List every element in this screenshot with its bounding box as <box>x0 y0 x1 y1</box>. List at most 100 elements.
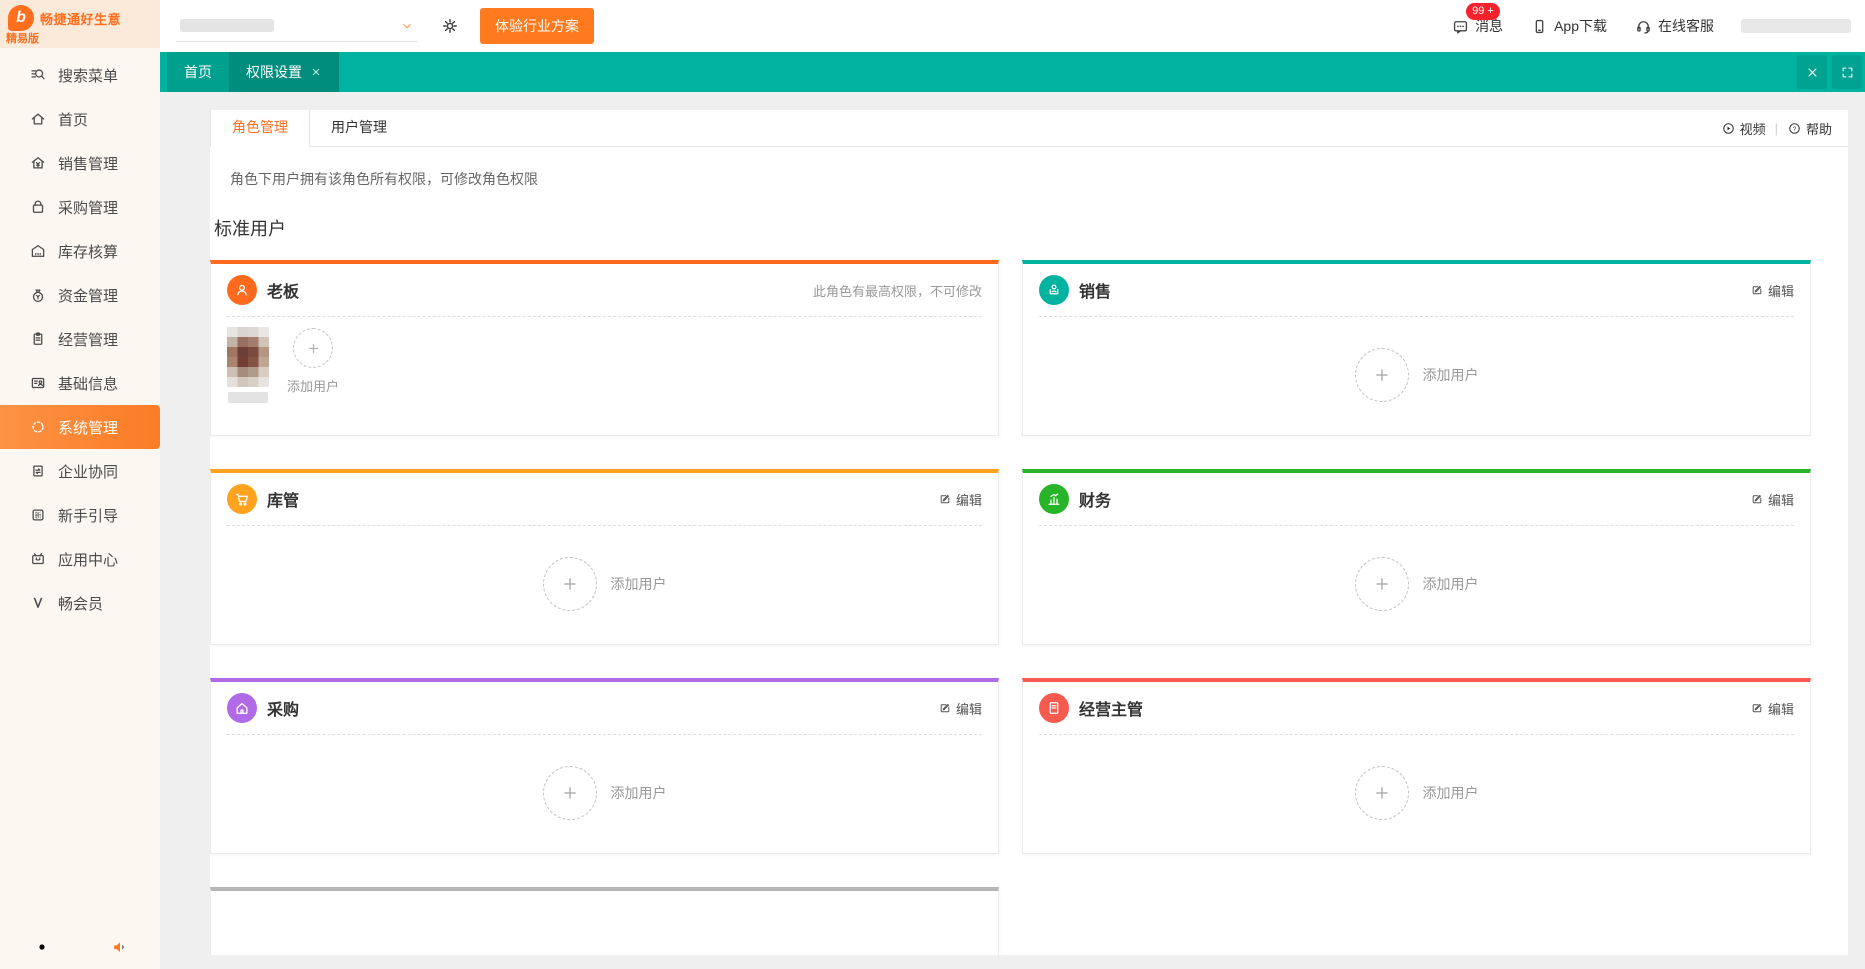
sidebar-item-search-menu[interactable]: 搜索菜单 <box>0 53 160 97</box>
sidebar-item-system[interactable]: 系统管理 <box>0 405 160 449</box>
role-card-boss: 老板 此角色有最高权限，不可修改 添加用户 <box>210 260 999 436</box>
tab-close-icon[interactable] <box>310 66 322 78</box>
content-area: 角色管理 用户管理 视频 | 帮助 角色下用户拥有该角色所有权限，可修改角色权限… <box>160 92 1865 969</box>
edit-pencil-icon <box>1750 701 1764 715</box>
sidebar-item-label: 基础信息 <box>58 375 119 393</box>
sidebar-item-member[interactable]: 畅会员 <box>0 581 160 625</box>
account-name-blur[interactable] <box>1741 19 1851 33</box>
sidebar-item-operations[interactable]: 经营管理 <box>0 317 160 361</box>
tab-user-management[interactable]: 用户管理 <box>310 110 408 146</box>
guide-icon <box>29 506 47 524</box>
sidebar-item-label: 畅会员 <box>58 595 104 613</box>
message-icon <box>1451 17 1470 36</box>
add-user-button[interactable] <box>293 328 333 368</box>
edit-pencil-icon <box>1750 492 1764 506</box>
tab-permission-settings[interactable]: 权限设置 <box>229 52 339 92</box>
add-user-button[interactable] <box>1354 348 1409 402</box>
sidebar-nav: 搜索菜单 首页 销售管理 采购管理 库存核算 资金管理 经营管理 基础信息 系统… <box>0 53 160 625</box>
edit-role-button[interactable]: 编辑 <box>1750 490 1794 509</box>
role-note: 此角色有最高权限，不可修改 <box>812 283 982 299</box>
section-title: 标准用户 <box>214 219 286 239</box>
help-link[interactable]: 帮助 <box>1787 119 1832 138</box>
fullscreen-button[interactable] <box>1832 55 1862 89</box>
sidebar-item-purchase[interactable]: 采购管理 <box>0 185 160 229</box>
member-icon <box>29 594 47 612</box>
play-circle-icon <box>1721 121 1736 136</box>
topbar-item-online-service[interactable]: 在线客服 <box>1634 16 1714 36</box>
question-circle-icon <box>1787 121 1802 136</box>
sidebar-item-label: 销售管理 <box>58 155 119 173</box>
avatar-blur-image <box>227 327 269 387</box>
panel-tabs: 角色管理 用户管理 视频 | 帮助 <box>210 110 1848 147</box>
tab-role-management[interactable]: 角色管理 <box>210 110 310 147</box>
sidebar-item-label: 资金管理 <box>58 287 119 305</box>
sidebar-item-label: 系统管理 <box>58 419 119 437</box>
phone-icon <box>1530 17 1549 36</box>
sales-role-icon <box>1039 275 1069 305</box>
tab-label: 首页 <box>184 64 212 80</box>
user-avatar[interactable] <box>225 327 271 403</box>
sidebar-item-basic-info[interactable]: 基础信息 <box>0 361 160 405</box>
add-user-button[interactable] <box>542 766 597 820</box>
sidebar-item-funds[interactable]: 资金管理 <box>0 273 160 317</box>
experience-solution-button[interactable]: 体验行业方案 <box>480 8 594 44</box>
inventory-icon <box>29 242 47 260</box>
topbar-item-app-download[interactable]: App下载 <box>1530 16 1607 36</box>
sidebar-item-app-center[interactable]: 应用中心 <box>0 537 160 581</box>
plus-icon <box>1371 782 1393 804</box>
boss-role-icon <box>227 275 257 305</box>
sidebar-item-label: 新手引导 <box>58 507 119 525</box>
warehouse-role-icon <box>227 484 257 514</box>
edit-role-button[interactable]: 编辑 <box>1750 281 1794 300</box>
home-icon <box>29 110 47 128</box>
add-user-button[interactable] <box>542 557 597 611</box>
procurement-role-icon <box>227 693 257 723</box>
app-center-icon <box>29 550 47 568</box>
plus-icon <box>559 573 581 595</box>
opened-pages-tabbar: 首页 权限设置 <box>160 52 1865 92</box>
collaboration-icon <box>29 462 47 480</box>
video-link[interactable]: 视频 <box>1721 119 1766 138</box>
headset-icon <box>1634 17 1653 36</box>
logo-block: b 畅捷通好生意 精易版 <box>0 0 160 48</box>
operations-icon <box>29 330 47 348</box>
edition-label: 精易版 <box>6 33 39 45</box>
sidebar-item-sales[interactable]: 销售管理 <box>0 141 160 185</box>
edit-role-button[interactable]: 编辑 <box>1750 699 1794 718</box>
collapse-volume-icon[interactable] <box>110 937 130 957</box>
edit-role-button[interactable]: 编辑 <box>938 490 982 509</box>
edit-role-button[interactable]: 编辑 <box>938 699 982 718</box>
sidebar-item-home[interactable]: 首页 <box>0 97 160 141</box>
basic-info-icon <box>29 374 47 392</box>
add-user-button[interactable] <box>1354 557 1409 611</box>
role-card-manager: 经营主管 编辑 添加用户 <box>1022 678 1811 854</box>
system-icon <box>29 418 47 436</box>
plus-icon <box>1371 573 1393 595</box>
gear-icon[interactable] <box>440 16 460 36</box>
search-menu-icon <box>29 66 47 84</box>
role-card-finance: 财务 编辑 添加用户 <box>1022 469 1811 645</box>
tab-label: 权限设置 <box>246 64 302 80</box>
role-card-partial: 添加用户 <box>210 887 999 955</box>
close-all-tabs-button[interactable] <box>1797 55 1827 89</box>
topbar-right: 消息 99 + App下载 在线客服 <box>1451 3 1851 36</box>
sidebar-item-label: 经营管理 <box>58 331 119 349</box>
account-set-selector[interactable] <box>176 10 418 42</box>
topbar-item-messages[interactable]: 消息 99 + <box>1451 3 1503 36</box>
sidebar-item-label: 首页 <box>58 111 89 129</box>
sidebar-item-inventory[interactable]: 库存核算 <box>0 229 160 273</box>
chevron-down-icon <box>400 19 414 33</box>
role-card-procurement: 采购 编辑 添加用户 <box>210 678 999 854</box>
add-user-button[interactable] <box>1354 766 1409 820</box>
role-card-sales: 销售 编辑 添加用户 <box>1022 260 1811 436</box>
sidebar-item-collaboration[interactable]: 企业协同 <box>0 449 160 493</box>
plus-icon <box>559 782 581 804</box>
sidebar-item-guide[interactable]: 新手引导 <box>0 493 160 537</box>
message-count-badge: 99 + <box>1466 3 1500 20</box>
tab-home[interactable]: 首页 <box>167 52 229 92</box>
finance-role-icon <box>1039 484 1069 514</box>
edit-pencil-icon <box>1750 283 1764 297</box>
sidebar-item-label: 采购管理 <box>58 199 119 217</box>
settings-gear-icon[interactable] <box>32 937 52 957</box>
sidebar-footer <box>0 933 160 963</box>
